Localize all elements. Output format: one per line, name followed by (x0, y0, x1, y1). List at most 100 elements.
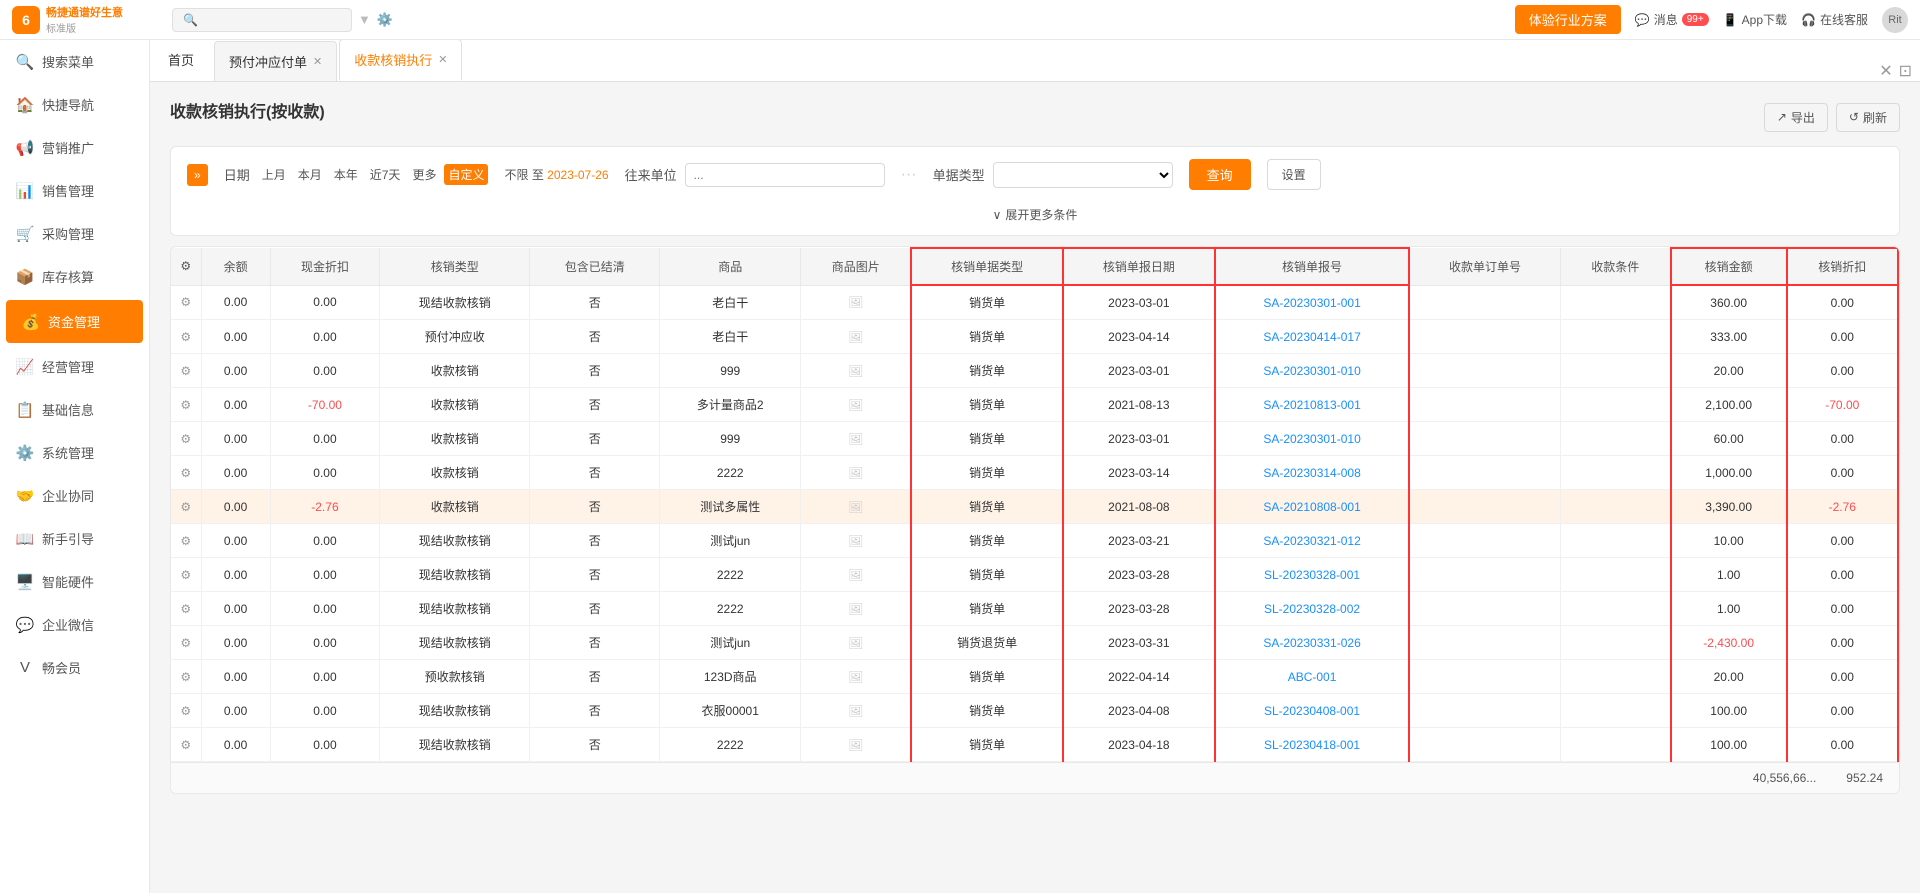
sidebar-item-13[interactable]: 💬企业微信 (0, 603, 149, 646)
sidebar-item-5[interactable]: 📦库存核算 (0, 255, 149, 298)
date-btn-7days[interactable]: 近7天 (366, 164, 405, 185)
sidebar-icon-2: 📢 (16, 139, 34, 157)
industry-btn[interactable]: 体验行业方案 (1515, 5, 1621, 34)
query-btn[interactable]: 查询 (1189, 159, 1251, 190)
td-cash-discount: 0.00 (270, 660, 380, 694)
td-cancel-discount: 0.00 (1787, 660, 1898, 694)
table-header-row: ⚙ 余额 现金折扣 核销类型 包含已结清 商品 商品图片 核销单据类型 核销单报… (171, 248, 1898, 285)
td-cancel-order-no: SL-20230328-002 (1215, 592, 1410, 626)
dropdown-arrow[interactable]: ▼ (358, 12, 371, 27)
td-receipt-order-no (1409, 558, 1560, 592)
refresh-btn[interactable]: ↺ 刷新 (1836, 103, 1900, 132)
sidebar-icon-6: 💰 (22, 313, 40, 331)
sidebar-item-8[interactable]: 📋基础信息 (0, 388, 149, 431)
top-bar: 6 畅捷通谱好生意 标准版 🔍 ▼ ⚙️ 体验行业方案 💬 消息 99+ 📱 A… (0, 0, 1920, 40)
td-settings: ⚙ (171, 626, 201, 660)
order-type-label: 单据类型 (933, 165, 985, 184)
td-cancel-amount: 1.00 (1671, 592, 1787, 626)
td-cancel-order-date: 2022-04-14 (1063, 660, 1215, 694)
order-type-select[interactable] (993, 162, 1173, 188)
tab-close-prepay[interactable]: ✕ (313, 55, 322, 68)
headset-icon: 🎧 (1801, 13, 1816, 27)
td-include-settled: 否 (530, 456, 660, 490)
th-cancel-order-no: 核销单报号 (1215, 248, 1410, 285)
sidebar-item-14[interactable]: V畅会员 (0, 646, 149, 689)
td-cancel-order-date: 2023-04-08 (1063, 694, 1215, 728)
td-cancel-order-type: 销货单 (911, 354, 1063, 388)
td-cancel-order-type: 销货单 (911, 592, 1063, 626)
date-filter: 日期 上月 本月 本年 近7天 更多 自定义 (224, 164, 489, 185)
divider-dots: ··· (901, 166, 917, 184)
td-cancel-order-no: SA-20230301-010 (1215, 422, 1410, 456)
td-cancel-order-type: 销货单 (911, 660, 1063, 694)
sidebar-item-1[interactable]: 🏠快捷导航 (0, 83, 149, 126)
td-cash-discount: 0.00 (270, 694, 380, 728)
partner-input[interactable] (685, 163, 885, 187)
tab-close-cancel[interactable]: ✕ (438, 53, 447, 66)
app-download-action[interactable]: 📱 App下载 (1723, 11, 1787, 28)
td-cash-discount: 0.00 (270, 422, 380, 456)
td-cancel-order-type: 销货单 (911, 490, 1063, 524)
td-cancel-order-type: 销货单 (911, 456, 1063, 490)
td-goods: 测试多属性 (660, 490, 801, 524)
tab-bar: 首页 预付冲应付单 ✕ 收款核销执行 ✕ ✕ ⊡ (150, 40, 1920, 82)
tab-home[interactable]: 首页 (150, 40, 212, 81)
sidebar-label-8: 基础信息 (42, 400, 94, 419)
td-goods: 多计量商品2 (660, 388, 801, 422)
sidebar-item-3[interactable]: 📊销售管理 (0, 169, 149, 212)
tab-cancel[interactable]: 收款核销执行 ✕ (339, 40, 462, 81)
td-settings: ⚙ (171, 524, 201, 558)
td-cancel-discount: 0.00 (1787, 456, 1898, 490)
message-action[interactable]: 💬 消息 99+ (1635, 11, 1709, 28)
date-btn-this-month[interactable]: 本月 (294, 164, 326, 185)
td-cancel-order-type: 销货单 (911, 524, 1063, 558)
td-goods-image: 🖼 (801, 660, 911, 694)
td-goods-image: 🖼 (801, 592, 911, 626)
td-cancel-order-no: SL-20230328-001 (1215, 558, 1410, 592)
td-include-settled: 否 (530, 422, 660, 456)
sidebar-item-7[interactable]: 📈经营管理 (0, 345, 149, 388)
collapse-btn[interactable]: » (187, 164, 208, 186)
date-buttons: 上月 本月 本年 近7天 更多 自定义 (258, 164, 489, 185)
td-cancel-order-date: 2023-03-21 (1063, 524, 1215, 558)
data-table: ⚙ 余额 现金折扣 核销类型 包含已结清 商品 商品图片 核销单据类型 核销单报… (171, 247, 1899, 762)
sidebar-item-10[interactable]: 🤝企业协同 (0, 474, 149, 517)
table-row: ⚙ 0.00 -70.00 收款核销 否 多计量商品2 🖼 销货单 2021-0… (171, 388, 1898, 422)
sidebar-label-1: 快捷导航 (42, 95, 94, 114)
tab-close-all-btn[interactable]: ✕ (1879, 61, 1892, 81)
td-balance: 0.00 (201, 558, 270, 592)
sidebar-item-4[interactable]: 🛒采购管理 (0, 212, 149, 255)
date-btn-this-year[interactable]: 本年 (330, 164, 362, 185)
settings-btn[interactable]: 设置 (1267, 159, 1321, 190)
sidebar-item-0[interactable]: 🔍搜索菜单 (0, 40, 149, 83)
expand-btn[interactable]: ∨ 展开更多条件 (993, 206, 1078, 223)
th-goods: 商品 (660, 248, 801, 285)
td-cancel-type: 收款核销 (380, 422, 530, 456)
date-btn-more[interactable]: 更多 (408, 164, 440, 185)
td-balance: 0.00 (201, 320, 270, 354)
date-btn-last-month[interactable]: 上月 (258, 164, 290, 185)
date-btn-custom[interactable]: 自定义 (444, 164, 488, 185)
sidebar-icon-11: 📖 (16, 530, 34, 548)
sidebar-item-2[interactable]: 📢营销推广 (0, 126, 149, 169)
tab-prepay[interactable]: 预付冲应付单 ✕ (214, 41, 337, 81)
td-receipt-order-no (1409, 320, 1560, 354)
sidebar-item-9[interactable]: ⚙️系统管理 (0, 431, 149, 474)
td-balance: 0.00 (201, 456, 270, 490)
sidebar-item-6[interactable]: 💰资金管理 (6, 300, 143, 343)
td-cancel-order-date: 2021-08-13 (1063, 388, 1215, 422)
td-receipt-order-no (1409, 354, 1560, 388)
export-btn[interactable]: ↗ 导出 (1764, 103, 1828, 132)
td-cancel-type: 收款核销 (380, 354, 530, 388)
td-balance: 0.00 (201, 422, 270, 456)
sidebar-item-12[interactable]: 🖥️智能硬件 (0, 560, 149, 603)
top-search-box[interactable]: 🔍 (172, 8, 352, 32)
online-service-action[interactable]: 🎧 在线客服 (1801, 11, 1868, 28)
tab-maximize-btn[interactable]: ⊡ (1899, 61, 1912, 81)
td-cancel-order-no: SA-20230301-010 (1215, 354, 1410, 388)
user-avatar[interactable]: Rit (1882, 7, 1908, 33)
settings-icon[interactable]: ⚙️ (377, 12, 393, 28)
td-settings: ⚙ (171, 388, 201, 422)
sidebar-item-11[interactable]: 📖新手引导 (0, 517, 149, 560)
td-cancel-amount: 20.00 (1671, 660, 1787, 694)
